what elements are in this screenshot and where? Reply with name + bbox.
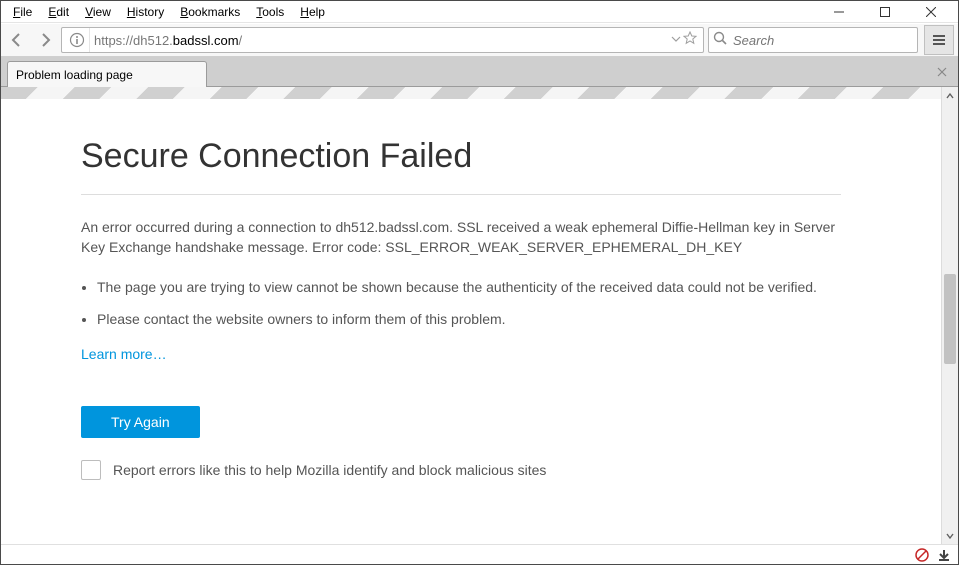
navigation-toolbar: https://dh512.badssl.com/ <box>1 23 958 57</box>
browser-window: File Edit View History Bookmarks Tools H… <box>0 0 959 565</box>
page-content: Secure Connection Failed An error occurr… <box>1 87 941 544</box>
menu-history[interactable]: History <box>119 3 172 21</box>
hamburger-icon <box>931 32 947 48</box>
back-button[interactable] <box>5 28 29 52</box>
download-arrow-icon[interactable] <box>936 547 952 563</box>
url-bar[interactable]: https://dh512.badssl.com/ <box>61 27 704 53</box>
divider <box>81 194 841 195</box>
forward-icon <box>37 32 53 48</box>
minimize-button[interactable] <box>816 1 862 23</box>
noscript-icon[interactable] <box>914 547 930 563</box>
url-path: / <box>239 33 243 48</box>
url-host: badssl.com <box>173 33 239 48</box>
status-bar <box>1 544 958 564</box>
menubar: File Edit View History Bookmarks Tools H… <box>1 1 958 23</box>
forward-button[interactable] <box>33 28 57 52</box>
site-identity-button[interactable] <box>64 28 90 52</box>
window-controls <box>816 1 954 23</box>
error-description: An error occurred during a connection to… <box>81 217 841 258</box>
tab-label: Problem loading page <box>16 68 198 82</box>
menu-help[interactable]: Help <box>292 3 333 21</box>
error-bullet: Please contact the website owners to inf… <box>97 308 841 330</box>
minimize-icon <box>834 7 844 17</box>
search-bar[interactable] <box>708 27 918 53</box>
scroll-down-button[interactable] <box>942 527 958 544</box>
vertical-scrollbar[interactable] <box>941 87 958 544</box>
tab-active[interactable]: Problem loading page <box>7 61 207 87</box>
report-errors-row: Report errors like this to help Mozilla … <box>81 460 841 480</box>
url-subdomain: dh512. <box>133 33 173 48</box>
search-icon <box>713 31 727 50</box>
error-page: Secure Connection Failed An error occurr… <box>81 137 841 480</box>
scroll-up-button[interactable] <box>942 87 958 104</box>
menu-view[interactable]: View <box>77 3 119 21</box>
content-area: Secure Connection Failed An error occurr… <box>1 87 958 544</box>
chevron-up-icon <box>946 92 954 100</box>
close-button[interactable] <box>908 1 954 23</box>
caution-stripe <box>1 87 941 99</box>
report-errors-label: Report errors like this to help Mozilla … <box>113 462 546 478</box>
scroll-track[interactable] <box>942 104 958 527</box>
search-input[interactable] <box>733 33 913 48</box>
menu-edit[interactable]: Edit <box>40 3 77 21</box>
bookmark-star-icon[interactable] <box>683 31 697 50</box>
menu-bookmarks[interactable]: Bookmarks <box>172 3 248 21</box>
dropdown-icon[interactable] <box>671 31 681 49</box>
x-icon <box>937 67 947 77</box>
learn-more-link[interactable]: Learn more… <box>81 346 167 362</box>
error-title: Secure Connection Failed <box>81 137 841 176</box>
scroll-thumb[interactable] <box>944 274 956 364</box>
tab-strip: Problem loading page <box>1 57 958 87</box>
maximize-icon <box>880 7 890 17</box>
maximize-button[interactable] <box>862 1 908 23</box>
menu-tools[interactable]: Tools <box>248 3 292 21</box>
back-icon <box>9 32 25 48</box>
report-errors-checkbox[interactable] <box>81 460 101 480</box>
chevron-down-icon <box>946 532 954 540</box>
tab-close-button[interactable] <box>934 64 950 80</box>
menu-file[interactable]: File <box>5 3 40 21</box>
try-again-button[interactable]: Try Again <box>81 406 200 438</box>
app-menu-button[interactable] <box>924 25 954 55</box>
error-bullet: The page you are trying to view cannot b… <box>97 276 841 298</box>
info-icon <box>69 32 85 48</box>
close-icon <box>926 7 936 17</box>
url-scheme: https:// <box>94 33 133 48</box>
error-bullet-list: The page you are trying to view cannot b… <box>97 276 841 331</box>
url-text[interactable]: https://dh512.badssl.com/ <box>94 33 667 48</box>
